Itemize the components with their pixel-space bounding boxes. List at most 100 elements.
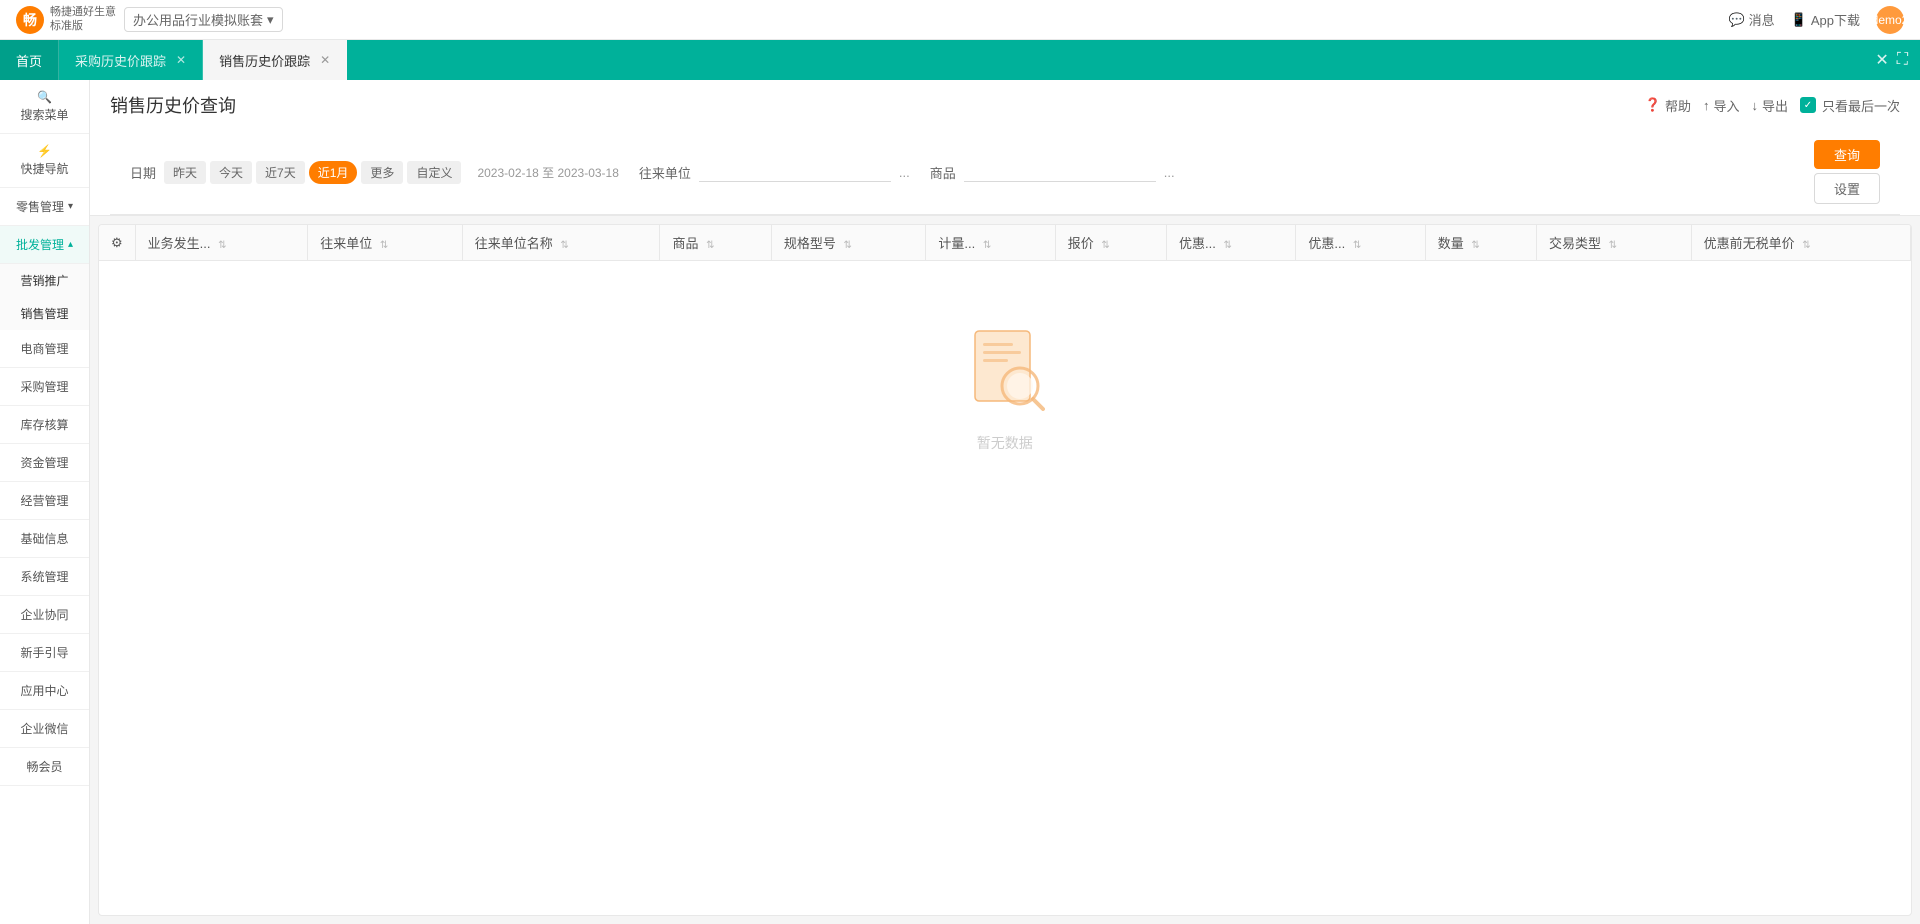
table-header-row: ⚙ 业务发生... ⇅ 往来单位 ⇅ 往来单位名称 ⇅ (99, 225, 1911, 261)
sidebar-item-member[interactable]: 畅会员 (0, 748, 89, 786)
page-title-row: 销售历史价查询 ❓ 帮助 ↑ 导入 ↓ 导出 ✓ (110, 92, 1900, 118)
sidebar-item-operation[interactable]: 经营管理 (0, 482, 89, 520)
content-area: 销售历史价查询 ❓ 帮助 ↑ 导入 ↓ 导出 ✓ (90, 80, 1920, 924)
filter-bar: 日期 昨天 今天 近7天 近1月 更多 自定义 2023-02-18 至 202… (110, 130, 1900, 215)
col-discount1[interactable]: 优惠... ⇅ (1167, 225, 1296, 261)
col-trade-type[interactable]: 交易类型 ⇅ (1537, 225, 1692, 261)
sort-icon: ⇅ (1471, 240, 1479, 251)
col-unit-code[interactable]: 往来单位 ⇅ (308, 225, 463, 261)
table-area: ⚙ 业务发生... ⇅ 往来单位 ⇅ 往来单位名称 ⇅ (98, 224, 1912, 916)
col-biz-date[interactable]: 业务发生... ⇅ (135, 225, 308, 261)
search-button[interactable]: 查询 (1814, 140, 1880, 169)
sort-icon: ⇅ (218, 240, 226, 251)
col-discount2[interactable]: 优惠... ⇅ (1296, 225, 1425, 261)
sort-icon: ⇅ (843, 240, 851, 251)
unit-dots[interactable]: ... (899, 165, 910, 180)
logo-text: 畅捷通好生意 标准版 (50, 6, 116, 32)
sort-icon: ⇅ (706, 240, 714, 251)
user-action[interactable]: demo2 (1876, 6, 1904, 34)
close-purchase-tab-icon[interactable]: ✕ (176, 53, 186, 67)
sidebar-item-newbie[interactable]: 新手引导 (0, 634, 89, 672)
chevron-down-icon: ▾ (68, 201, 73, 212)
sidebar-item-app-center[interactable]: 应用中心 (0, 672, 89, 710)
sidebar-item-retail[interactable]: 零售管理 ▾ (0, 188, 89, 226)
table-body: 暂无数据 (99, 261, 1911, 514)
col-pretax-price[interactable]: 优惠前无税单价 ⇅ (1691, 225, 1910, 261)
sidebar-item-finance[interactable]: 资金管理 (0, 444, 89, 482)
product-input[interactable] (964, 162, 1156, 182)
col-spec[interactable]: 规格型号 ⇅ (771, 225, 926, 261)
empty-row: 暂无数据 (99, 261, 1911, 514)
sort-icon: ⇅ (1224, 240, 1232, 251)
sidebar-item-quick-nav[interactable]: ⚡ 快捷导航 (0, 134, 89, 188)
sidebar-item-system[interactable]: 系统管理 (0, 558, 89, 596)
import-action[interactable]: ↑ 导入 (1703, 96, 1740, 115)
sidebar-item-marketing[interactable]: 营销推广 (0, 264, 89, 297)
only-last-checkbox[interactable]: ✓ (1800, 97, 1816, 113)
sidebar-item-enterprise-wechat[interactable]: 企业微信 (0, 710, 89, 748)
export-action[interactable]: ↓ 导出 (1751, 96, 1788, 115)
col-product[interactable]: 商品 ⇅ (660, 225, 771, 261)
sidebar: 🔍 搜索菜单 ⚡ 快捷导航 零售管理 ▾ 批发管理 ▴ 营销推广 销售管理 电商… (0, 80, 90, 924)
sort-icon: ⇅ (1353, 240, 1361, 251)
only-last-toggle[interactable]: ✓ 只看最后一次 (1800, 96, 1900, 115)
app-download-action[interactable]: 📱 App下载 (1791, 10, 1860, 29)
date-btn-more[interactable]: 更多 (361, 161, 403, 184)
date-btn-yesterday[interactable]: 昨天 (164, 161, 206, 184)
tab-purchase-history[interactable]: 采购历史价跟踪 ✕ (59, 40, 203, 80)
date-btn-1month[interactable]: 近1月 (309, 161, 358, 184)
tab-home[interactable]: 首页 (0, 40, 59, 80)
sidebar-item-ecommerce[interactable]: 电商管理 (0, 330, 89, 368)
empty-illustration (955, 321, 1055, 421)
page-header: 销售历史价查询 ❓ 帮助 ↑ 导入 ↓ 导出 ✓ (90, 80, 1920, 216)
message-action[interactable]: 💬 消息 (1728, 10, 1774, 29)
top-header: 畅 畅捷通好生意 标准版 办公用品行业模拟账套 ▾ 💬 消息 📱 App下载 d… (0, 0, 1920, 40)
workspace-selector[interactable]: 办公用品行业模拟账套 ▾ (124, 7, 283, 32)
sort-icon: ⇅ (560, 240, 568, 251)
product-label: 商品 (930, 163, 956, 182)
sidebar-item-enterprise[interactable]: 企业协同 (0, 596, 89, 634)
sort-icon: ⇅ (1802, 240, 1810, 251)
date-btn-7days[interactable]: 近7天 (256, 161, 305, 184)
col-qty[interactable]: 数量 ⇅ (1425, 225, 1536, 261)
sidebar-item-base-info[interactable]: 基础信息 (0, 520, 89, 558)
date-label: 日期 (130, 163, 156, 182)
sidebar-item-search-menu[interactable]: 🔍 搜索菜单 (0, 80, 89, 134)
date-range: 2023-02-18 至 2023-03-18 (477, 164, 618, 181)
sidebar-item-inventory[interactable]: 库存核算 (0, 406, 89, 444)
sidebar-item-wholesale[interactable]: 批发管理 ▴ (0, 226, 89, 264)
col-price[interactable]: 报价 ⇅ (1055, 225, 1166, 261)
chevron-down-icon: ▾ (267, 12, 274, 28)
product-dots[interactable]: ... (1164, 165, 1175, 180)
gear-icon[interactable]: ⚙ (111, 235, 123, 250)
maximize-icon[interactable]: ⛶ (1897, 51, 1908, 69)
col-settings[interactable]: ⚙ (99, 225, 135, 261)
tab-sales-history[interactable]: 销售历史价跟踪 ✕ (203, 40, 347, 80)
nav-icon: ⚡ (37, 144, 52, 158)
sort-icon: ⇅ (380, 240, 388, 251)
message-icon: 💬 (1728, 12, 1744, 28)
unit-input[interactable] (699, 162, 891, 182)
logo-area: 畅 畅捷通好生意 标准版 (16, 6, 116, 34)
page-title: 销售历史价查询 (110, 92, 236, 118)
col-unit[interactable]: 计量... ⇅ (926, 225, 1055, 261)
sidebar-item-sales-mgmt[interactable]: 销售管理 (0, 297, 89, 330)
date-btn-custom[interactable]: 自定义 (407, 161, 461, 184)
search-icon: 🔍 (37, 90, 52, 104)
export-icon: ↓ (1751, 98, 1758, 113)
col-unit-name[interactable]: 往来单位名称 ⇅ (462, 225, 660, 261)
header-right: 💬 消息 📱 App下载 demo2 (1728, 6, 1904, 34)
date-btn-today[interactable]: 今天 (210, 161, 252, 184)
date-filter-group: 日期 昨天 今天 近7天 近1月 更多 自定义 2023-02-18 至 202… (130, 161, 619, 184)
close-window-icon[interactable]: ✕ (1875, 50, 1888, 70)
date-buttons: 昨天 今天 近7天 近1月 更多 自定义 (164, 161, 461, 184)
data-table: ⚙ 业务发生... ⇅ 往来单位 ⇅ 往来单位名称 ⇅ (99, 225, 1911, 513)
sidebar-item-purchase[interactable]: 采购管理 (0, 368, 89, 406)
main-layout: 🔍 搜索菜单 ⚡ 快捷导航 零售管理 ▾ 批发管理 ▴ 营销推广 销售管理 电商… (0, 80, 1920, 924)
help-icon: ❓ (1645, 97, 1661, 113)
tab-bar: 首页 采购历史价跟踪 ✕ 销售历史价跟踪 ✕ ✕ ⛶ (0, 40, 1920, 80)
help-action[interactable]: ❓ 帮助 (1645, 96, 1691, 115)
close-sales-tab-icon[interactable]: ✕ (320, 53, 330, 67)
settings-button[interactable]: 设置 (1814, 173, 1880, 204)
logo-icon: 畅 (16, 6, 44, 34)
